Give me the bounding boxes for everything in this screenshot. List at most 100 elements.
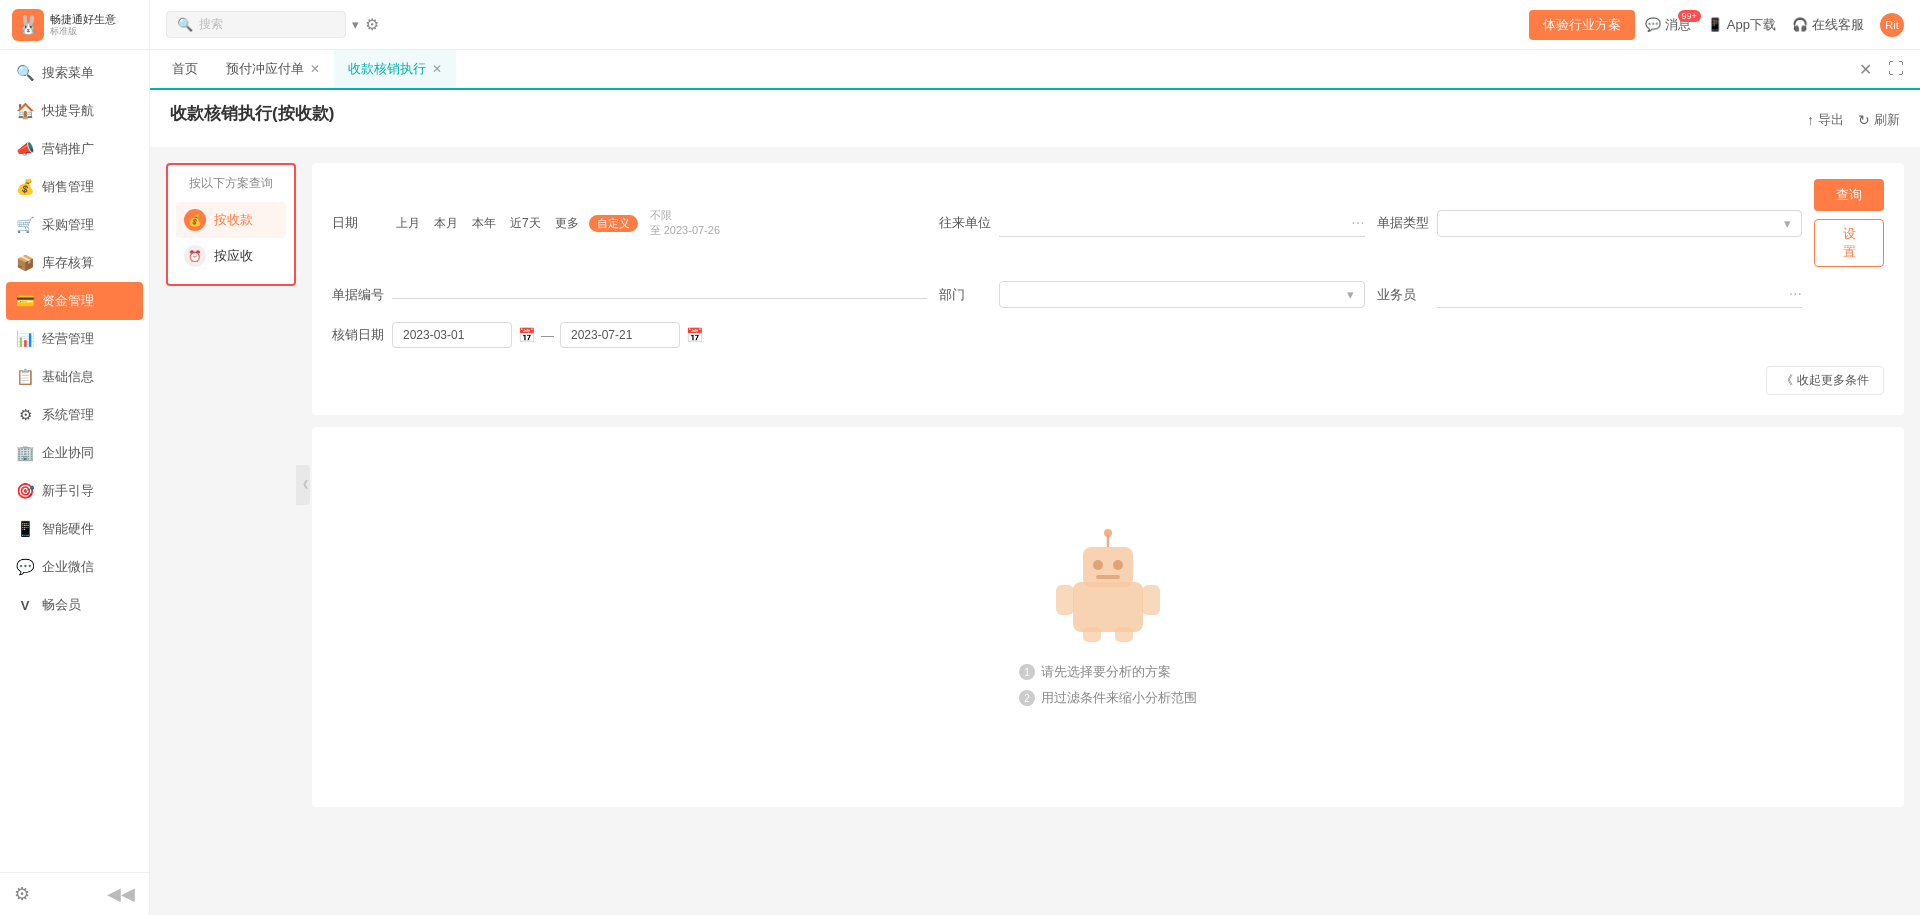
- refresh-button[interactable]: ↻ 刷新: [1858, 111, 1900, 129]
- date-last-7days[interactable]: 近7天: [506, 214, 545, 233]
- date-custom-tag[interactable]: 自定义: [589, 215, 638, 232]
- department-select[interactable]: ▾: [999, 281, 1364, 308]
- date-separator: —: [541, 328, 554, 343]
- svg-rect-0: [1073, 582, 1143, 632]
- tab-expand-button[interactable]: ⛶: [1884, 56, 1908, 82]
- date-display: 不限 至 2023-07-26: [650, 208, 720, 238]
- export-button[interactable]: ↑ 导出: [1807, 111, 1844, 129]
- logo-icon: 🐰: [12, 9, 44, 41]
- date-more[interactable]: 更多: [551, 214, 583, 233]
- date-to: 至 2023-07-26: [650, 223, 720, 238]
- staff-input[interactable]: ···: [1437, 281, 1802, 308]
- logo-text-group: 畅捷通好生意 标准版: [50, 12, 116, 38]
- marketing-icon: 📣: [16, 140, 34, 158]
- sidebar-item-enterprise-label: 企业协同: [42, 444, 94, 462]
- date-this-month[interactable]: 本月: [430, 214, 462, 233]
- topbar-search-area: 🔍 搜索 ▾ ⚙: [166, 11, 1519, 38]
- staff-dots-icon[interactable]: ···: [1789, 285, 1802, 303]
- user-avatar: Rit: [1880, 13, 1904, 37]
- collapse-more-button[interactable]: 《 收起更多条件: [1766, 366, 1884, 395]
- filter-panel-collapse-button[interactable]: 《: [296, 465, 310, 505]
- topbar-dropdown-icon[interactable]: ▾: [352, 17, 359, 32]
- industry-solution-button[interactable]: 体验行业方案: [1529, 10, 1635, 40]
- hint-num-1: 1: [1019, 664, 1035, 680]
- writeoff-date-start-calendar-icon[interactable]: 📅: [518, 327, 535, 343]
- sidebar-item-system[interactable]: ⚙ 系统管理: [0, 396, 149, 434]
- export-label: 导出: [1818, 111, 1844, 129]
- sidebar-item-sales[interactable]: 💰 销售管理: [0, 168, 149, 206]
- tab-close-all-button[interactable]: ✕: [1855, 56, 1876, 83]
- filter-option-by-receivable[interactable]: ⏰ 按应收: [176, 238, 286, 274]
- doc-no-field: 单据编号: [332, 286, 927, 304]
- filter-option-by-receipt[interactable]: 💰 按收款: [176, 202, 286, 238]
- sidebar-item-search[interactable]: 🔍 搜索菜单: [0, 54, 149, 92]
- writeoff-date-start-input[interactable]: [392, 322, 512, 348]
- system-icon: ⚙: [16, 406, 34, 424]
- counterparty-dots-icon[interactable]: ···: [1351, 214, 1364, 232]
- sidebar-collapse-icon[interactable]: ◀◀: [107, 883, 135, 905]
- topbar: 🔍 搜索 ▾ ⚙ 体验行业方案 💬 消息 99+ 📱 App下载 🎧 在线客服 …: [150, 0, 1920, 50]
- staff-field: 业务员 ···: [1377, 281, 1802, 308]
- filter-option-by-receivable-label: 按应收: [214, 247, 253, 265]
- query-buttons: 查询 设置: [1814, 179, 1884, 267]
- sidebar-item-wechat-label: 企业微信: [42, 558, 94, 576]
- svg-point-2: [1093, 560, 1103, 570]
- sidebar-item-guide-label: 新手引导: [42, 482, 94, 500]
- collapse-more-area: 《 收起更多条件: [332, 362, 1884, 399]
- sidebar-item-wechat[interactable]: 💬 企业微信: [0, 548, 149, 586]
- svg-rect-4: [1096, 575, 1120, 579]
- tab-home[interactable]: 首页: [158, 50, 212, 90]
- svg-rect-7: [1083, 627, 1101, 642]
- sidebar-item-hardware[interactable]: 📱 智能硬件: [0, 510, 149, 548]
- page-body: 按以下方案查询 💰 按收款 ⏰ 按应收 《: [150, 147, 1920, 823]
- tab-receivable-writeoff-close-icon[interactable]: ✕: [432, 62, 442, 76]
- doc-type-label: 单据类型: [1377, 214, 1429, 232]
- topbar-gear-icon[interactable]: ⚙: [365, 15, 379, 34]
- sidebar-item-quick-nav[interactable]: 🏠 快捷导航: [0, 92, 149, 130]
- writeoff-date-end-input[interactable]: [560, 322, 680, 348]
- sidebar-item-member-label: 畅会员: [42, 596, 81, 614]
- tab-prepay-close-icon[interactable]: ✕: [310, 62, 320, 76]
- sidebar-item-finance[interactable]: 💳 资金管理: [6, 282, 143, 320]
- sidebar-item-hardware-label: 智能硬件: [42, 520, 94, 538]
- sidebar-item-operations[interactable]: 📊 经营管理: [0, 320, 149, 358]
- filter-panel-title: 按以下方案查询: [176, 175, 286, 192]
- page-header-bar: 收款核销执行(按收款) ↑ 导出 ↻ 刷新: [150, 90, 1920, 147]
- department-label: 部门: [939, 286, 991, 304]
- topbar-search-box: 🔍 搜索: [166, 11, 346, 38]
- sidebar-item-purchase[interactable]: 🛒 采购管理: [0, 206, 149, 244]
- doc-type-dropdown-icon: ▾: [1784, 216, 1791, 231]
- sidebar-item-quick-nav-label: 快捷导航: [42, 102, 94, 120]
- online-service-link[interactable]: 🎧 在线客服: [1792, 16, 1864, 34]
- counterparty-input[interactable]: ···: [999, 210, 1364, 237]
- tab-prepay[interactable]: 预付冲应付单 ✕: [212, 50, 334, 90]
- app-download-link[interactable]: 📱 App下载: [1707, 16, 1776, 34]
- date-this-year[interactable]: 本年: [468, 214, 500, 233]
- department-dropdown-icon: ▾: [1347, 287, 1354, 302]
- export-icon: ↑: [1807, 112, 1814, 128]
- sidebar-item-guide[interactable]: 🎯 新手引导: [0, 472, 149, 510]
- date-last-month[interactable]: 上月: [392, 214, 424, 233]
- query-button[interactable]: 查询: [1814, 179, 1884, 211]
- sidebar-item-inventory[interactable]: 📦 库存核算: [0, 244, 149, 282]
- filter-panel: 按以下方案查询 💰 按收款 ⏰ 按应收: [166, 163, 296, 286]
- sidebar-item-basic-info[interactable]: 📋 基础信息: [0, 358, 149, 396]
- sidebar-item-search-label: 搜索菜单: [42, 64, 94, 82]
- date-field: 日期 上月 本月 本年 近7天 更多 自定义 不限 至: [332, 208, 927, 238]
- doc-type-select[interactable]: ▾: [1437, 210, 1802, 237]
- settings-gear-icon[interactable]: ⚙: [14, 883, 30, 905]
- form-row-1: 日期 上月 本月 本年 近7天 更多 自定义 不限 至: [332, 179, 1884, 267]
- sidebar-item-enterprise[interactable]: 🏢 企业协同: [0, 434, 149, 472]
- doc-no-input[interactable]: [392, 290, 927, 299]
- sidebar-item-marketing[interactable]: 📣 营销推广: [0, 130, 149, 168]
- message-badge[interactable]: 💬 消息 99+: [1645, 16, 1691, 34]
- empty-hint-2: 2 用过滤条件来缩小分析范围: [1019, 689, 1197, 707]
- settings-button[interactable]: 设置: [1814, 219, 1884, 267]
- user-profile[interactable]: Rit: [1880, 13, 1904, 37]
- sidebar-item-purchase-label: 采购管理: [42, 216, 94, 234]
- writeoff-date-end-calendar-icon[interactable]: 📅: [686, 327, 703, 343]
- sidebar-item-marketing-label: 营销推广: [42, 140, 94, 158]
- message-icon: 💬: [1645, 17, 1661, 32]
- sidebar-item-member[interactable]: V 畅会员: [0, 586, 149, 624]
- tab-receivable-writeoff[interactable]: 收款核销执行 ✕: [334, 50, 456, 90]
